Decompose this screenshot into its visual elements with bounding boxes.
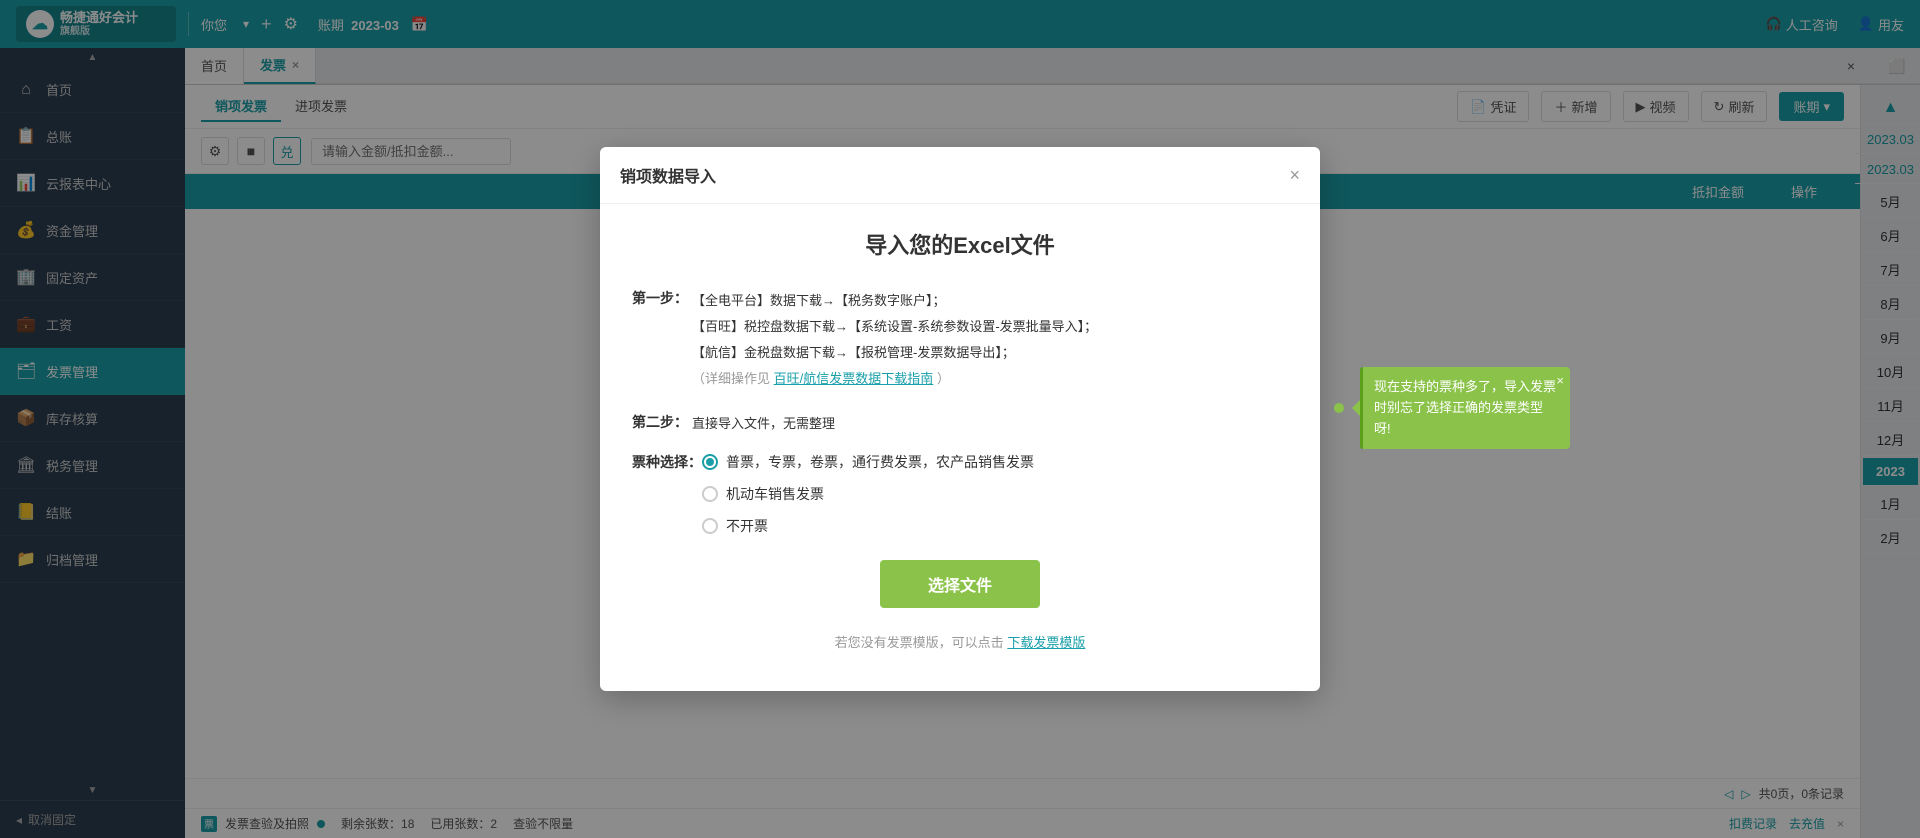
radio-motor-label: 机动车销售发票: [726, 484, 824, 504]
modal: 销项数据导入 × 导入您的Excel文件 第一步： 【全电平台】数据下载→【税务…: [600, 147, 1320, 691]
modal-title: 销项数据导入: [620, 163, 716, 187]
tooltip-text: 现在支持的票种多了，导入发票时别忘了选择正确的发票类型呀!: [1374, 379, 1556, 436]
tooltip-line: [1360, 367, 1363, 449]
modal-close-btn[interactable]: ×: [1289, 166, 1300, 184]
radio-normal[interactable]: 普票，专票，卷票，通行费发票，农产品销售发票: [702, 452, 1034, 472]
ticket-select: 票种选择： 普票，专票，卷票，通行费发票，农产品销售发票 机动车销售: [632, 452, 1288, 536]
modal-footer: 若您没有发票模版，可以点击 下载发票模版: [632, 632, 1288, 667]
radio-normal-circle: [702, 454, 718, 470]
select-file-btn[interactable]: 选择文件: [880, 560, 1040, 608]
step1-line3: 【航信】金税盘数据下载→【报税管理-发票数据导出】；: [692, 340, 1097, 366]
radio-none[interactable]: 不开票: [702, 516, 1034, 536]
radio-motor-circle: [702, 486, 718, 502]
step1-content: 【全电平台】数据下载→【税务数字账户】； 【百旺】税控盘数据下载→【系统设置-系…: [692, 288, 1097, 392]
radio-normal-inner: [706, 458, 714, 466]
radio-normal-label: 普票，专票，卷票，通行费发票，农产品销售发票: [726, 452, 1034, 472]
ticket-select-label: 票种选择：: [632, 452, 702, 472]
tooltip-bubble: × 现在支持的票种多了，导入发票时别忘了选择正确的发票类型呀!: [1360, 367, 1570, 449]
modal-header: 销项数据导入 ×: [600, 147, 1320, 204]
tooltip-dot: [1334, 403, 1344, 413]
modal-body: 导入您的Excel文件 第一步： 【全电平台】数据下载→【税务数字账户】； 【百…: [600, 204, 1320, 691]
radio-motor[interactable]: 机动车销售发票: [702, 484, 1034, 504]
step1-line2: 【百旺】税控盘数据下载→【系统设置-系统参数设置-发票批量导入】；: [692, 314, 1097, 340]
download-template-link[interactable]: 下载发票模版: [1007, 635, 1085, 650]
step1-label: 第一步：: [632, 288, 692, 308]
radio-none-label: 不开票: [726, 516, 768, 536]
radio-none-circle: [702, 518, 718, 534]
step-1-block: 第一步： 【全电平台】数据下载→【税务数字账户】； 【百旺】税控盘数据下载→【系…: [632, 288, 1288, 392]
modal-main-title: 导入您的Excel文件: [632, 228, 1288, 260]
step-2-block: 第二步： 直接导入文件，无需整理: [632, 412, 1288, 432]
guide-link[interactable]: 百旺/航信发票数据下载指南: [774, 371, 934, 386]
step1-line1: 【全电平台】数据下载→【税务数字账户】；: [692, 288, 1097, 314]
radio-group: 普票，专票，卷票，通行费发票，农产品销售发票 机动车销售发票 不开票: [702, 452, 1034, 536]
step1-link: （详细操作见 百旺/航信发票数据下载指南 ）: [692, 366, 1097, 392]
step2-content: 直接导入文件，无需整理: [692, 413, 835, 432]
tooltip-close-btn[interactable]: ×: [1556, 371, 1564, 392]
step2-label: 第二步：: [632, 412, 692, 432]
modal-overlay[interactable]: 销项数据导入 × 导入您的Excel文件 第一步： 【全电平台】数据下载→【税务…: [0, 0, 1920, 838]
